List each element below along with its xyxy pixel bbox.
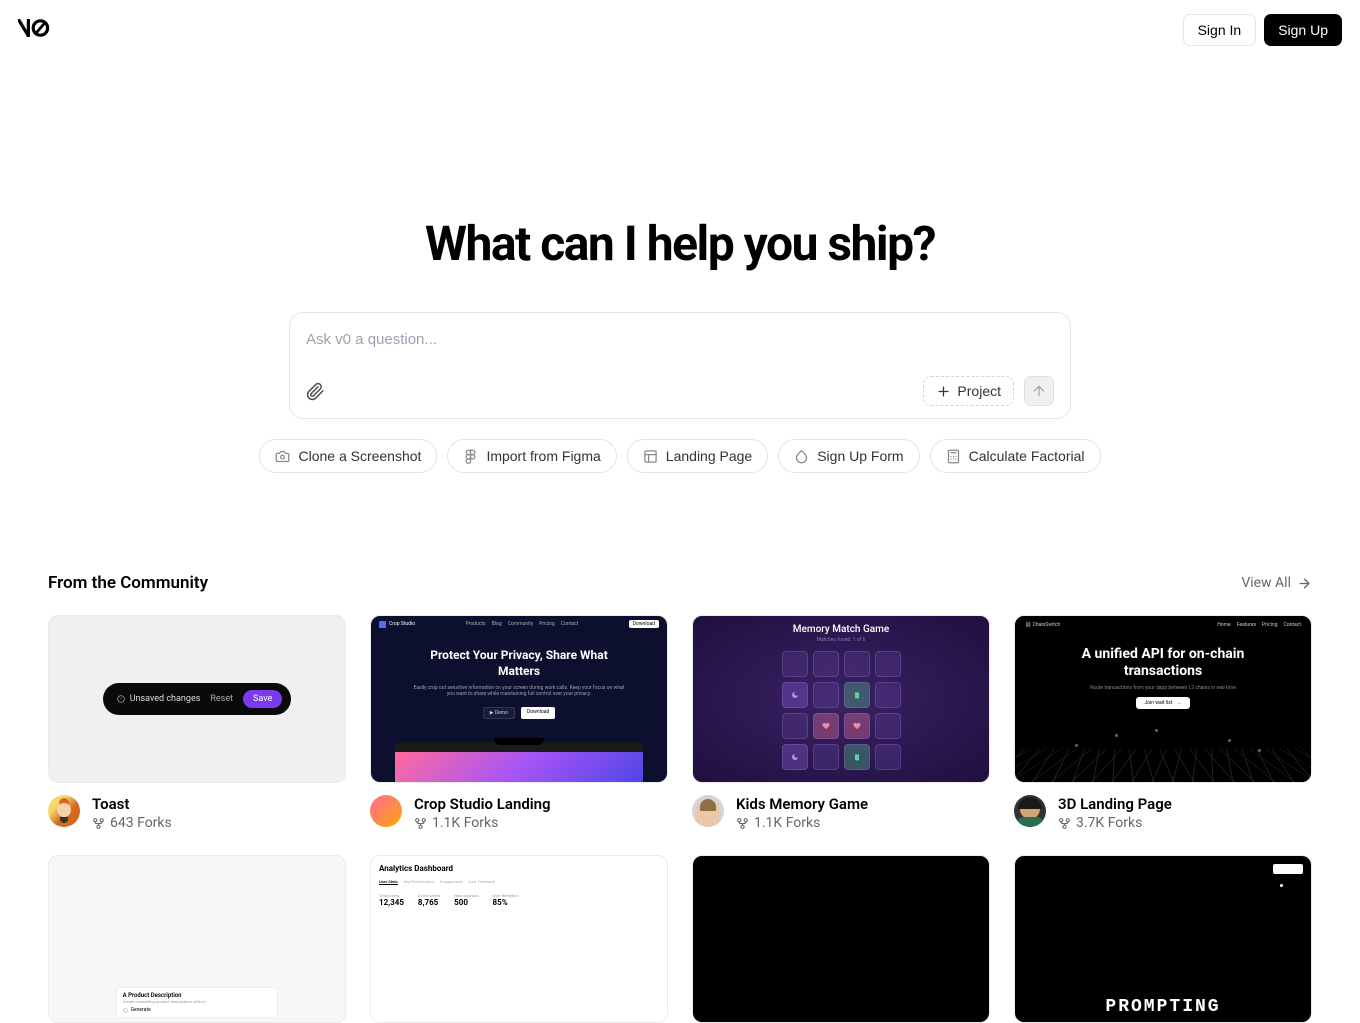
- paperclip-icon: [306, 382, 325, 401]
- chip-sign-up-form[interactable]: Sign Up Form: [778, 439, 919, 473]
- project-button[interactable]: Project: [923, 376, 1014, 406]
- fork-icon: [1058, 817, 1071, 830]
- card-thumbnail: ⛓ ChainSwitch Home Features Pricing Cont…: [1014, 615, 1312, 783]
- card-forks: 3.7K Forks: [1058, 815, 1172, 831]
- figma-icon: [463, 449, 478, 464]
- plus-icon: [936, 384, 951, 399]
- card-title: Toast: [92, 795, 172, 813]
- view-all-label: View All: [1241, 575, 1291, 591]
- sign-up-button[interactable]: Sign Up: [1264, 14, 1342, 46]
- view-all-link[interactable]: View All: [1241, 575, 1312, 591]
- prompt-input[interactable]: [306, 327, 1054, 352]
- sign-in-button[interactable]: Sign In: [1183, 14, 1257, 46]
- card-forks: 1.1K Forks: [736, 815, 868, 831]
- community-card[interactable]: Memory Match Game Matches found: 1 of 6 …: [692, 615, 990, 831]
- droplet-icon: [794, 449, 809, 464]
- card-forks: 1.1K Forks: [414, 815, 551, 831]
- chip-label: Landing Page: [666, 448, 752, 464]
- card-thumbnail: [692, 855, 990, 1023]
- chip-clone-screenshot[interactable]: Clone a Screenshot: [259, 439, 437, 473]
- card-title: Kids Memory Game: [736, 795, 868, 813]
- chip-import-figma[interactable]: Import from Figma: [447, 439, 616, 473]
- community-card[interactable]: Analytics Dashboard User Stats Key Perfo…: [370, 855, 668, 1023]
- community-card[interactable]: A Product Description Create compelling …: [48, 855, 346, 1023]
- card-title: Crop Studio Landing: [414, 795, 551, 813]
- prompt-box: Project: [289, 312, 1071, 419]
- avatar: [48, 795, 80, 827]
- chip-landing-page[interactable]: Landing Page: [627, 439, 768, 473]
- camera-icon: [275, 449, 290, 464]
- card-thumbnail: A Product Description Create compelling …: [48, 855, 346, 1023]
- community-card[interactable]: [692, 855, 990, 1023]
- attach-button[interactable]: [306, 382, 325, 401]
- chip-label: Clone a Screenshot: [298, 448, 421, 464]
- community-card[interactable]: Crop Studio Products Blog Community Pric…: [370, 615, 668, 831]
- chip-calculate-factorial[interactable]: Calculate Factorial: [930, 439, 1101, 473]
- calculator-icon: [946, 449, 961, 464]
- fork-icon: [414, 817, 427, 830]
- fork-icon: [92, 817, 105, 830]
- arrow-up-icon: [1031, 383, 1047, 399]
- community-card[interactable]: ⛓ ChainSwitch Home Features Pricing Cont…: [1014, 615, 1312, 831]
- card-thumbnail: PROMPTING: [1014, 855, 1312, 1023]
- avatar: [692, 795, 724, 827]
- arrow-right-icon: [1297, 576, 1312, 591]
- avatar: [370, 795, 402, 827]
- card-forks: 643 Forks: [92, 815, 172, 831]
- fork-icon: [736, 817, 749, 830]
- chip-label: Import from Figma: [486, 448, 600, 464]
- layout-icon: [643, 449, 658, 464]
- avatar: [1014, 795, 1046, 827]
- community-title: From the Community: [48, 573, 208, 593]
- chip-label: Sign Up Form: [817, 448, 903, 464]
- card-thumbnail: Memory Match Game Matches found: 1 of 6: [692, 615, 990, 783]
- community-card[interactable]: Unsaved changes Reset Save Toast 643 For: [48, 615, 346, 831]
- card-thumbnail: Unsaved changes Reset Save: [48, 615, 346, 783]
- project-label: Project: [957, 383, 1001, 399]
- chip-label: Calculate Factorial: [969, 448, 1085, 464]
- community-card[interactable]: PROMPTING: [1014, 855, 1312, 1023]
- send-button[interactable]: [1024, 376, 1054, 406]
- card-thumbnail: Crop Studio Products Blog Community Pric…: [370, 615, 668, 783]
- logo[interactable]: [18, 18, 50, 43]
- card-title: 3D Landing Page: [1058, 795, 1172, 813]
- card-thumbnail: Analytics Dashboard User Stats Key Perfo…: [370, 855, 668, 1023]
- hero-title: What can I help you ship?: [425, 215, 935, 272]
